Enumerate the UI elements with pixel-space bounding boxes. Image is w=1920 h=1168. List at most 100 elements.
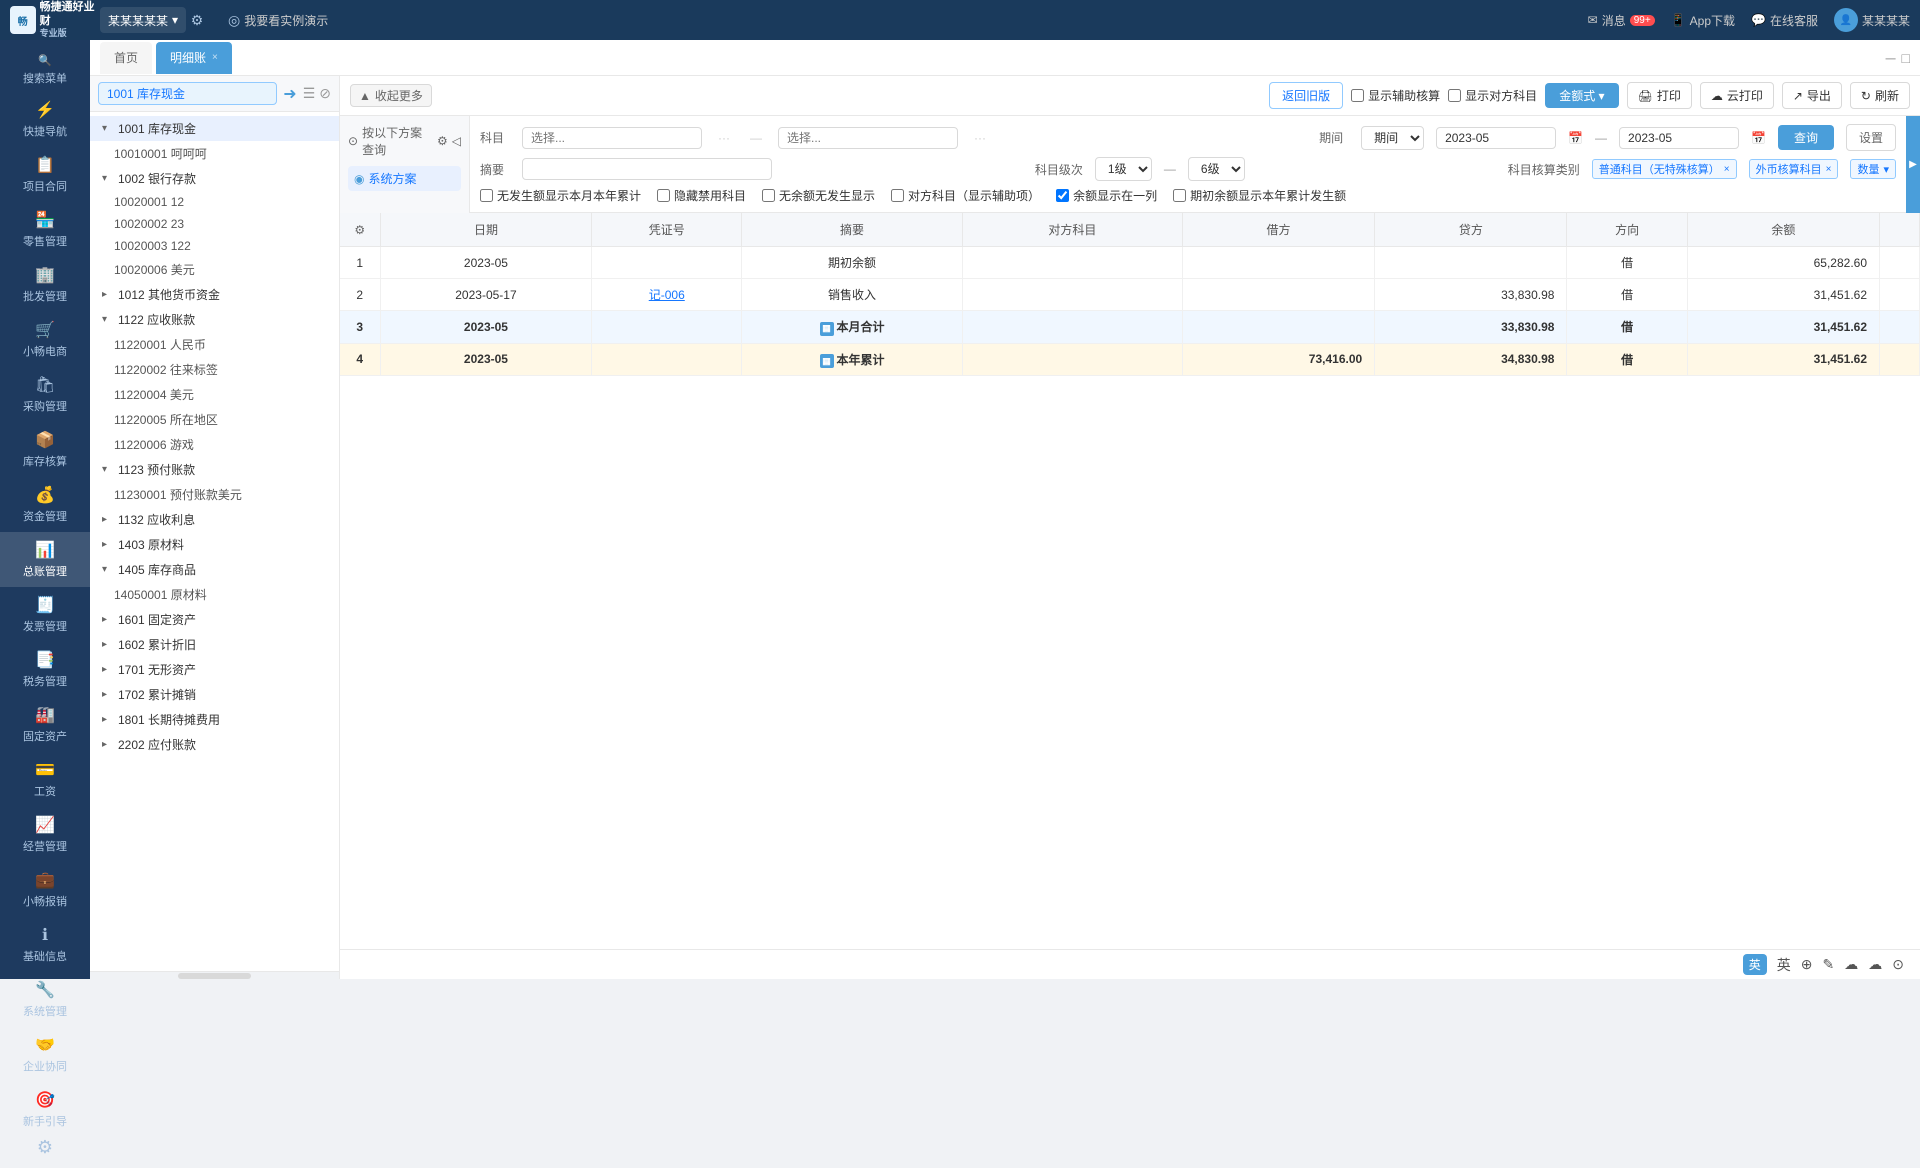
sidebar-item-project[interactable]: 📋 项目合同	[0, 147, 90, 202]
scrollbar-thumb[interactable]	[178, 973, 250, 979]
filter-tag-2-close[interactable]: ×	[1826, 164, 1832, 175]
period-calendar-icon-1[interactable]: 📅	[1568, 131, 1583, 145]
tree-item-1403[interactable]: ▸ 1403 原材料	[90, 532, 339, 557]
tree-item-10010001[interactable]: 10010001 呵呵呵	[90, 141, 339, 166]
sidebar-item-xiaochang[interactable]: 💼 小畅报销	[0, 862, 90, 917]
online-service-btn[interactable]: 💬 在线客服	[1751, 12, 1818, 29]
tree-item-11220005[interactable]: 11220005 所在地区	[90, 407, 339, 432]
show-aux-input[interactable]	[1351, 89, 1364, 102]
sidebar-item-quicknav[interactable]: ⚡ 快捷导航	[0, 92, 90, 147]
show-contra-checkbox[interactable]: 显示对方科目	[1448, 87, 1537, 104]
tree-item-11220006[interactable]: 11220006 游戏	[90, 432, 339, 457]
back-to-old-btn[interactable]: 返回旧版	[1269, 82, 1343, 109]
bottom-icon-1[interactable]: 英	[1777, 955, 1791, 975]
account-nav-right-icon[interactable]: ➜	[283, 84, 296, 104]
cb2-input[interactable]	[657, 189, 670, 202]
print-btn[interactable]: 🖨 打印	[1627, 82, 1692, 109]
tab-close-btn[interactable]: ×	[212, 52, 218, 63]
tab-maximize-btn[interactable]: □	[1902, 50, 1910, 66]
bottom-icon-lang[interactable]: 英	[1743, 954, 1767, 975]
period-type-select[interactable]: 期间	[1361, 126, 1424, 150]
tab-home[interactable]: 首页	[100, 42, 152, 74]
period-to-input[interactable]	[1619, 127, 1739, 149]
sidebar-item-fixed-assets[interactable]: 🏭 固定资产	[0, 697, 90, 752]
tree-item-11220001[interactable]: 11220001 人民币	[90, 332, 339, 357]
bottom-icon-2[interactable]: ⊕	[1801, 956, 1813, 973]
tree-item-11220002[interactable]: 11220002 往来标签	[90, 357, 339, 382]
sidebar-item-invoice[interactable]: 🧾 发票管理	[0, 587, 90, 642]
sidebar-item-newbie[interactable]: 🎯 新手引导	[0, 1082, 90, 1137]
cb4-group[interactable]: 对方科目（显示辅助项）	[891, 187, 1040, 204]
tab-minimize-btn[interactable]: ─	[1886, 50, 1896, 66]
table-settings-icon[interactable]: ⚙	[354, 223, 365, 237]
period-from-input[interactable]	[1436, 127, 1556, 149]
period-calendar-icon-2[interactable]: 📅	[1751, 131, 1766, 145]
tree-item-10020003[interactable]: 10020003 122	[90, 235, 339, 257]
tree-item-10020001[interactable]: 10020001 12	[90, 191, 339, 213]
selected-account-display[interactable]: 1001 库存现金	[98, 82, 277, 105]
sidebar-item-ecommerce[interactable]: 🛒 小畅电商	[0, 312, 90, 367]
amount-format-btn[interactable]: 金额式 ▾	[1545, 83, 1618, 108]
tree-item-1001[interactable]: ▾ 1001 库存现金	[90, 116, 339, 141]
show-aux-checkbox[interactable]: 显示辅助核算	[1351, 87, 1440, 104]
tree-item-14050001[interactable]: 14050001 原材料	[90, 582, 339, 607]
sidebar-item-ledger[interactable]: 📊 总账管理	[0, 532, 90, 587]
tree-item-1122[interactable]: ▾ 1122 应收账款	[90, 307, 339, 332]
subject-input[interactable]	[522, 127, 702, 149]
sidebar-item-basic[interactable]: ℹ 基础信息	[0, 917, 90, 972]
user-btn[interactable]: 👤 某某某某	[1834, 8, 1910, 32]
tree-item-1601[interactable]: ▸ 1601 固定资产	[90, 607, 339, 632]
cb4-input[interactable]	[891, 189, 904, 202]
tree-item-1012[interactable]: ▸ 1012 其他货币资金	[90, 282, 339, 307]
tree-item-1405[interactable]: ▾ 1405 库存商品	[90, 557, 339, 582]
scheme-collapse-icon[interactable]: ◁	[452, 134, 461, 148]
cb5-input[interactable]	[1056, 189, 1069, 202]
cb3-group[interactable]: 无余额无发生显示	[762, 187, 875, 204]
td-voucher-2[interactable]: 记-006	[592, 279, 742, 311]
sidebar-item-enterprise[interactable]: 🤝 企业协同	[0, 1027, 90, 1082]
sidebar-item-system[interactable]: 🔧 系统管理	[0, 972, 90, 1027]
tree-item-1701[interactable]: ▸ 1701 无形资产	[90, 657, 339, 682]
level-from-select[interactable]: 1级 2级	[1095, 157, 1152, 181]
export-btn[interactable]: ↗ 导出	[1782, 82, 1842, 109]
bottom-icon-6[interactable]: ⊙	[1892, 956, 1904, 973]
tree-menu-icon[interactable]: ☰	[303, 85, 316, 102]
show-contra-input[interactable]	[1448, 89, 1461, 102]
sidebar-item-capital[interactable]: 💰 资金管理	[0, 477, 90, 532]
sidebar-item-purchase[interactable]: 🛍 采购管理	[0, 367, 90, 422]
sidebar-item-inventory[interactable]: 📦 库存核算	[0, 422, 90, 477]
tree-item-11230001[interactable]: 11230001 预付账款美元	[90, 482, 339, 507]
app-download-btn[interactable]: 📱 App下载	[1671, 12, 1735, 29]
summary-input[interactable]	[522, 158, 772, 180]
level-to-select[interactable]: 6级 5级	[1188, 157, 1245, 181]
sidebar-settings-btn[interactable]: ⚙	[37, 1137, 53, 1168]
cb6-input[interactable]	[1173, 189, 1186, 202]
bottom-icon-4[interactable]: ☁	[1844, 956, 1858, 973]
sidebar-search[interactable]: 🔍 搜索菜单	[19, 48, 71, 92]
refresh-btn[interactable]: ↻ 刷新	[1850, 82, 1910, 109]
scheme-settings-icon[interactable]: ⚙	[437, 134, 448, 148]
collapse-more-btn[interactable]: ▲ 收起更多	[350, 84, 432, 107]
filter-tag-1-close[interactable]: ×	[1724, 164, 1730, 175]
sidebar-item-salary[interactable]: 💳 工资	[0, 752, 90, 807]
tree-item-10020002[interactable]: 10020002 23	[90, 213, 339, 235]
tree-item-1132[interactable]: ▸ 1132 应收利息	[90, 507, 339, 532]
query-btn[interactable]: 查询	[1778, 125, 1834, 150]
messages-btn[interactable]: ✉ 消息 99+	[1588, 12, 1655, 29]
tree-item-10020006[interactable]: 10020006 美元	[90, 257, 339, 282]
bottom-icon-5[interactable]: ☁	[1868, 956, 1882, 973]
tag3-dropdown[interactable]: ▾	[1883, 163, 1889, 176]
sidebar-item-retail[interactable]: 🏪 零售管理	[0, 202, 90, 257]
tab-ledger[interactable]: 明细账 ×	[156, 42, 232, 74]
tree-item-1702[interactable]: ▸ 1702 累计摊销	[90, 682, 339, 707]
tree-item-1602[interactable]: ▸ 1602 累计折旧	[90, 632, 339, 657]
voucher-link-2[interactable]: 记-006	[649, 288, 685, 302]
cb3-input[interactable]	[762, 189, 775, 202]
demo-link[interactable]: ◎ 我要看实例演示	[228, 12, 328, 29]
tree-item-2202[interactable]: ▸ 2202 应付账款	[90, 732, 339, 757]
tree-item-11220004[interactable]: 11220004 美元	[90, 382, 339, 407]
cb6-group[interactable]: 期初余额显示本年累计发生额	[1173, 187, 1346, 204]
lq-system-scheme[interactable]: ◉ 系统方案	[348, 166, 461, 191]
sidebar-item-business[interactable]: 📈 经营管理	[0, 807, 90, 862]
filter-settings-btn[interactable]: 设置	[1846, 124, 1896, 151]
